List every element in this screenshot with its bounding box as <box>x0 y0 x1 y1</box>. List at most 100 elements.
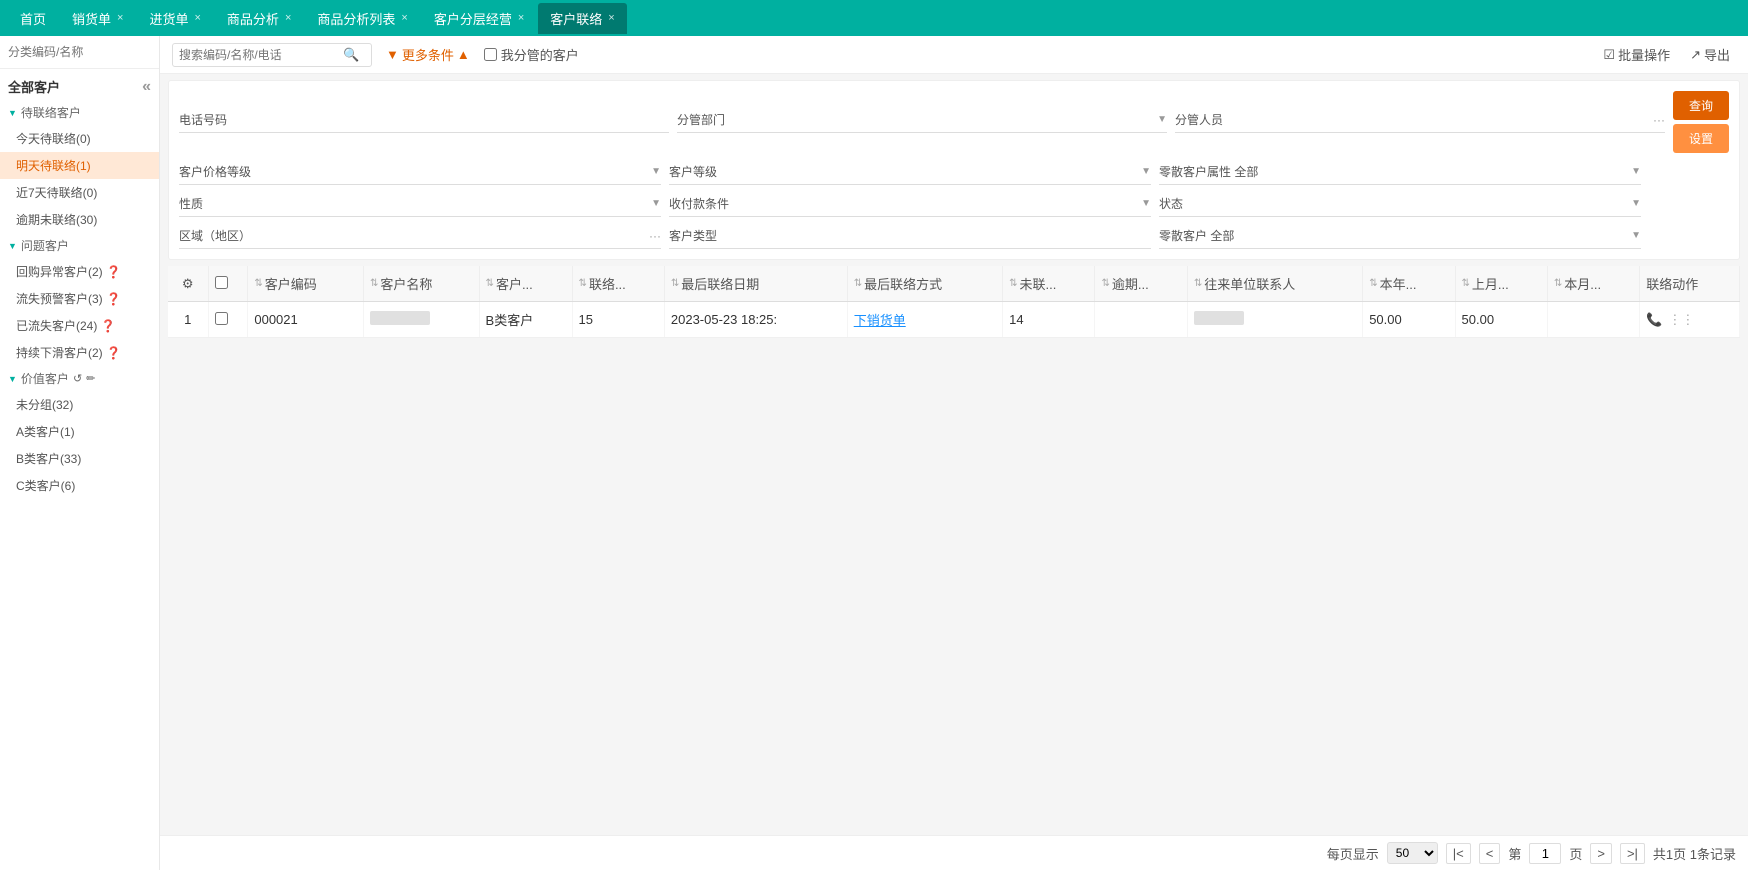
sidebar: 🔍 全部客户 « 待联络客户 今天待联络(0) 明天待联络(1) 近7天待联络(… <box>0 36 160 870</box>
col-customer-type[interactable]: 客户... <box>479 266 572 302</box>
col-settings[interactable]: ⚙ <box>168 266 208 302</box>
more-icon[interactable]: ··· <box>649 229 661 243</box>
filter-panel: 电话号码 分管部门 ▼ 分管人员 ··· <box>168 80 1740 260</box>
col-uncontacted[interactable]: 未联... <box>1003 266 1095 302</box>
close-icon[interactable]: × <box>608 12 614 24</box>
sidebar-item-churned[interactable]: 已流失客户(24) ❓ <box>0 312 159 339</box>
cell-uncontacted: 14 <box>1003 302 1095 338</box>
filter-payment-terms: 收付款条件 ▼ <box>669 195 1151 217</box>
cell-index: 1 <box>168 302 208 338</box>
select-all-checkbox[interactable] <box>215 276 228 289</box>
row-checkbox[interactable] <box>215 312 228 325</box>
sidebar-group-value: 价值客户 ↺ ✏ <box>0 366 159 391</box>
sidebar-search-input[interactable] <box>8 45 160 59</box>
col-overdue[interactable]: 逾期... <box>1095 266 1187 302</box>
sidebar-item-overdue[interactable]: 逾期未联络(30) <box>0 206 159 233</box>
sidebar-item-repurchase-abnormal[interactable]: 回购异常客户(2) ❓ <box>0 258 159 285</box>
filter-actions: 查询 设置 <box>1673 91 1729 153</box>
toolbar-right: ☑ 批量操作 ↗ 导出 <box>1597 42 1736 67</box>
col-unit-contact[interactable]: 往来单位联系人 <box>1187 266 1362 302</box>
more-icon[interactable]: ··· <box>1653 113 1665 127</box>
last-page-button[interactable]: >| <box>1620 843 1645 864</box>
table-header-row: ⚙ 客户编码 客户名称 客户... 联络... 最后联络日期 最后联络方式 未联… <box>168 266 1740 302</box>
col-contact-count[interactable]: 联络... <box>572 266 664 302</box>
close-icon[interactable]: × <box>401 12 407 24</box>
sidebar-item-class-c[interactable]: C类客户(6) <box>0 472 159 499</box>
sidebar-item-ungrouped[interactable]: 未分组(32) <box>0 391 159 418</box>
collapse-icon[interactable]: « <box>142 78 151 96</box>
nav-customer-tier[interactable]: 客户分层经营 × <box>422 3 536 34</box>
query-button[interactable]: 查询 <box>1673 91 1729 120</box>
nav-product-analysis-list[interactable]: 商品分析列表 × <box>305 3 419 34</box>
filter-region: 区域（地区） ··· <box>179 227 661 249</box>
search-input[interactable] <box>179 48 339 62</box>
filter-price-level: 客户价格等级 ▼ <box>179 163 661 185</box>
filter-row-3: 性质 ▼ 收付款条件 ▼ 状态 <box>179 195 1729 217</box>
table-row: 1 000021 B类客户 15 2023-05-23 18:25: 下销货单 … <box>168 302 1740 338</box>
search-box: 🔍 <box>172 43 372 67</box>
close-icon[interactable]: × <box>285 12 291 24</box>
search-icon[interactable]: 🔍 <box>343 47 359 63</box>
filter-row-4: 区域（地区） ··· 客户类型 零散客户 全部 ▼ <box>179 227 1729 249</box>
prev-page-button[interactable]: < <box>1479 843 1501 864</box>
chevron-down-icon: ▼ <box>651 166 661 177</box>
my-customers-checkbox-label[interactable]: 我分管的客户 <box>484 45 579 64</box>
filter-icon: ▼ <box>386 47 399 62</box>
checkbox-icon: ☑ <box>1603 47 1615 63</box>
page-size-select[interactable]: 50 100 200 <box>1387 842 1438 864</box>
first-page-button[interactable]: |< <box>1446 843 1471 864</box>
sidebar-item-class-b[interactable]: B类客户(33) <box>0 445 159 472</box>
filter-row-1: 电话号码 分管部门 ▼ 分管人员 ··· <box>179 91 1729 153</box>
sidebar-item-declining[interactable]: 持续下滑客户(2) ❓ <box>0 339 159 366</box>
edit-icon[interactable]: ✏ <box>86 372 95 385</box>
col-actions: 联络动作 <box>1640 266 1740 302</box>
col-customer-name[interactable]: 客户名称 <box>363 266 479 302</box>
col-this-month[interactable]: 本月... <box>1547 266 1639 302</box>
cell-last-contact-method[interactable]: 下销货单 <box>847 302 1002 338</box>
filter-retail-attr: 零散客户属性 全部 ▼ <box>1159 163 1641 185</box>
col-this-year[interactable]: 本年... <box>1363 266 1455 302</box>
close-icon[interactable]: × <box>117 12 123 24</box>
page-number-input[interactable] <box>1529 843 1561 864</box>
nav-product-analysis[interactable]: 商品分析 × <box>215 3 303 34</box>
gear-icon[interactable]: ⚙ <box>182 276 194 291</box>
nav-purchase[interactable]: 进货单 × <box>137 3 212 34</box>
sidebar-item-tomorrow[interactable]: 明天待联络(1) <box>0 152 159 179</box>
cell-contact-count: 15 <box>572 302 664 338</box>
chevron-down-icon: ▼ <box>1141 198 1151 209</box>
cell-unit-contact <box>1187 302 1362 338</box>
col-last-contact-method[interactable]: 最后联络方式 <box>847 266 1002 302</box>
col-last-contact-date[interactable]: 最后联络日期 <box>664 266 847 302</box>
col-checkbox[interactable] <box>208 266 248 302</box>
customer-table: ⚙ 客户编码 客户名称 客户... 联络... 最后联络日期 最后联络方式 未联… <box>168 266 1740 338</box>
filter-customer-type: 客户类型 <box>669 227 1151 249</box>
nav-sales[interactable]: 销货单 × <box>60 3 135 34</box>
export-button[interactable]: ↗ 导出 <box>1684 42 1736 67</box>
cell-checkbox[interactable] <box>208 302 248 338</box>
my-customers-checkbox[interactable] <box>484 48 497 61</box>
sidebar-all-customers[interactable]: 全部客户 « <box>0 69 159 100</box>
cell-customer-name[interactable] <box>363 302 479 338</box>
contact-icon[interactable]: 📞 <box>1646 312 1662 328</box>
refresh-icon[interactable]: ↺ <box>73 372 82 385</box>
close-icon[interactable]: × <box>518 12 524 24</box>
batch-operation-button[interactable]: ☑ 批量操作 <box>1597 42 1676 67</box>
sidebar-item-class-a[interactable]: A类客户(1) <box>0 418 159 445</box>
nav-home[interactable]: 首页 <box>8 3 58 34</box>
more-filter-button[interactable]: ▼ 更多条件 ▲ <box>380 42 476 67</box>
nav-customer-contact[interactable]: 客户联络 × <box>538 3 626 34</box>
sidebar-item-today[interactable]: 今天待联络(0) <box>0 125 159 152</box>
more-action-icon[interactable]: ⋮⋮ <box>1668 312 1694 328</box>
col-last-month[interactable]: 上月... <box>1455 266 1547 302</box>
reset-button[interactable]: 设置 <box>1673 124 1729 153</box>
close-icon[interactable]: × <box>194 12 200 24</box>
cell-this-year: 50.00 <box>1363 302 1455 338</box>
cell-this-month <box>1547 302 1639 338</box>
sidebar-item-churn-warning[interactable]: 流失预警客户(3) ❓ <box>0 285 159 312</box>
filter-status: 状态 ▼ <box>1159 195 1641 217</box>
cell-customer-code: 000021 <box>248 302 364 338</box>
col-customer-code[interactable]: 客户编码 <box>248 266 364 302</box>
chevron-down-icon: ▼ <box>1631 166 1641 177</box>
next-page-button[interactable]: > <box>1590 843 1612 864</box>
sidebar-item-7days[interactable]: 近7天待联络(0) <box>0 179 159 206</box>
